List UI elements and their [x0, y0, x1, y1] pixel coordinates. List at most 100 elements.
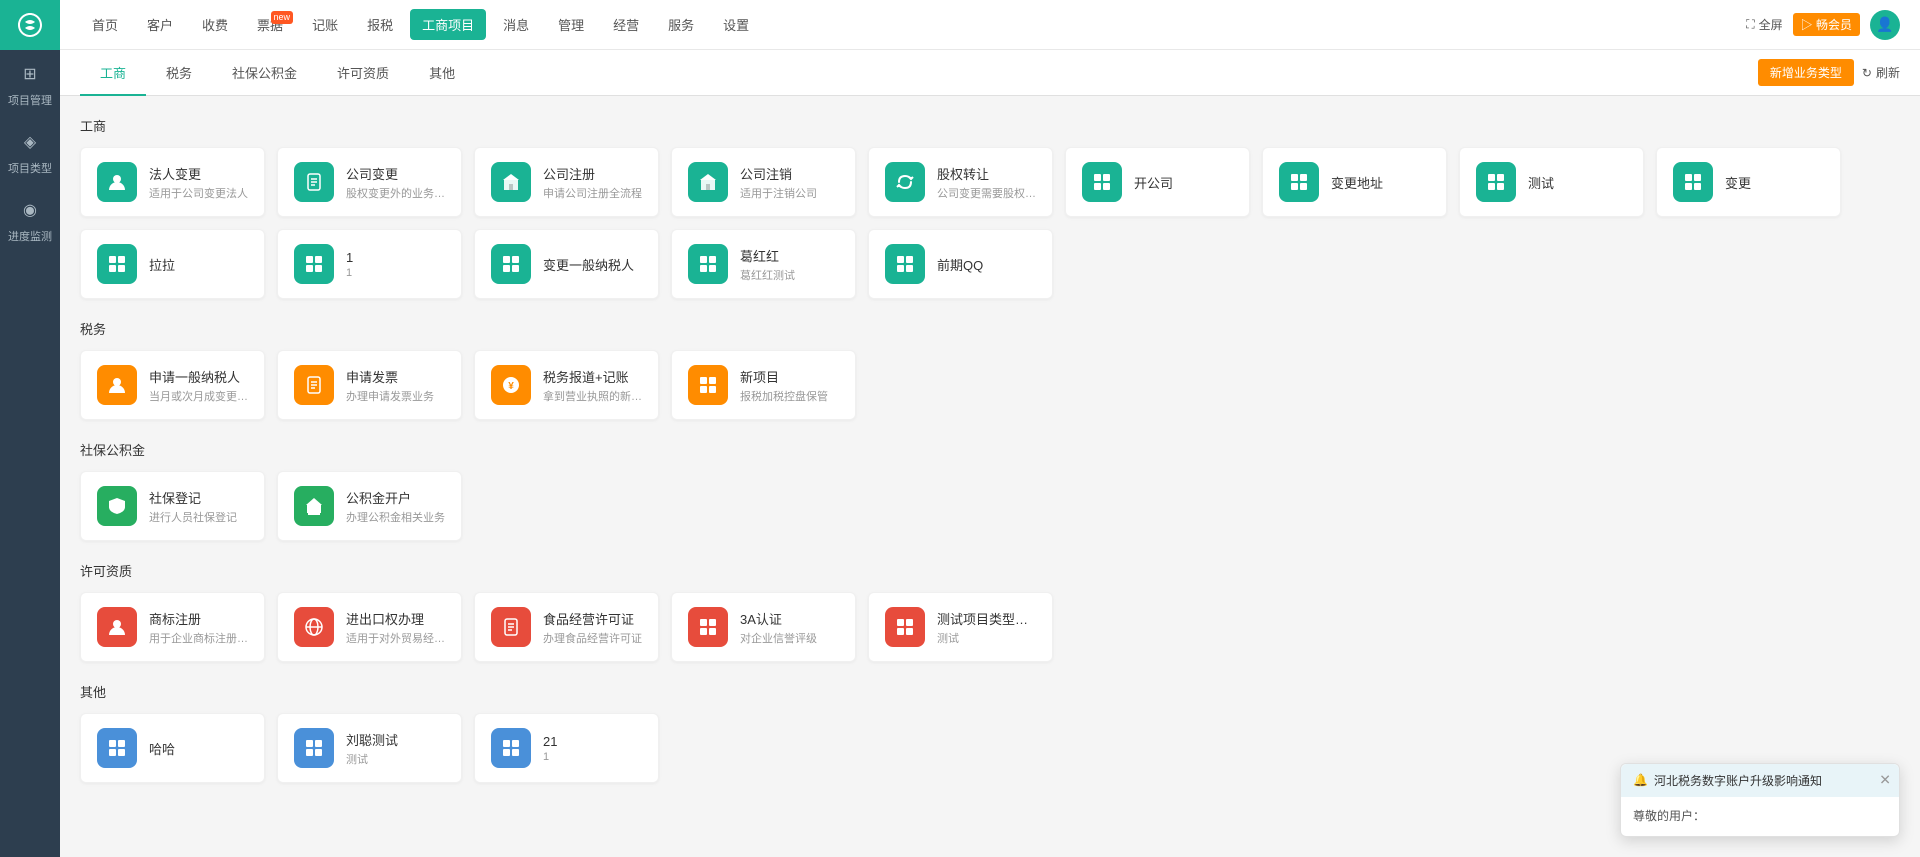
tab-shuiwu[interactable]: 税务: [146, 51, 212, 96]
card-name: 变更一般纳税人: [543, 255, 642, 274]
card-开公司[interactable]: 开公司: [1065, 147, 1250, 217]
card-申请发票[interactable]: 申请发票 办理申请发票业务: [277, 350, 462, 420]
card-text: 变更: [1725, 173, 1824, 192]
card-text: 股权转让 公司变更需要股权转让: [937, 164, 1036, 201]
card-税务报道+记账[interactable]: ¥ 税务报道+记账 拿到营业执照的新公司: [474, 350, 659, 420]
card-text: 食品经营许可证 办理食品经营许可证: [543, 609, 642, 646]
card-1[interactable]: 1 1: [277, 229, 462, 299]
card-icon: [688, 244, 728, 284]
nav-management[interactable]: 管理: [546, 9, 596, 40]
card-进出口权办理[interactable]: 进出口权办理 适用于对外贸易经营者: [277, 592, 462, 662]
card-icon: [97, 607, 137, 647]
svg-text:¥: ¥: [508, 381, 514, 392]
card-社保登记[interactable]: 社保登记 进行人员社保登记: [80, 471, 265, 541]
card-name: 申请一般纳税人: [149, 367, 248, 386]
card-desc: 申请公司注册全流程: [543, 185, 642, 201]
card-3A认证[interactable]: 3A认证 对企业信誉评级: [671, 592, 856, 662]
card-name: 法人变更: [149, 164, 248, 183]
card-desc: 办理食品经营许可证: [543, 630, 642, 646]
card-公积金开户[interactable]: 公积金开户 办理公积金相关业务: [277, 471, 462, 541]
sidebar-item-progress[interactable]: ◉ 进度监测: [0, 186, 60, 254]
tab-bar: 工商 税务 社保公积金 许可资质 其他 新增业务类型 ↻ 刷新: [60, 50, 1920, 96]
card-刘聪测试[interactable]: 刘聪测试 测试: [277, 713, 462, 783]
nav-messages[interactable]: 消息: [491, 9, 541, 40]
card-变更地址[interactable]: 变更地址: [1262, 147, 1447, 217]
sidebar-item-label: 项目类型: [8, 160, 52, 176]
card-name: 公积金开户: [346, 488, 445, 507]
add-type-button[interactable]: 新增业务类型: [1758, 59, 1854, 86]
nav-home[interactable]: 首页: [80, 9, 130, 40]
card-新项目[interactable]: 新项目 报税加税控盘保管: [671, 350, 856, 420]
card-股权转让[interactable]: 股权转让 公司变更需要股权转让: [868, 147, 1053, 217]
card-name: 3A认证: [740, 609, 839, 628]
card-前期QQ[interactable]: 前期QQ: [868, 229, 1053, 299]
card-公司注销[interactable]: 公司注销 适用于注销公司: [671, 147, 856, 217]
card-desc: 1: [543, 751, 642, 763]
project-mgmt-icon: ⊞: [16, 60, 44, 88]
card-申请一般纳税人[interactable]: 申请一般纳税人 当月或次月成变更完成: [80, 350, 265, 420]
tab-xuke[interactable]: 许可资质: [317, 51, 409, 96]
card-商标注册[interactable]: 商标注册 用于企业商标注册服务: [80, 592, 265, 662]
sidebar-item-label: 进度监测: [8, 228, 52, 244]
card-icon: [491, 607, 531, 647]
refresh-button[interactable]: ↻ 刷新: [1862, 64, 1900, 81]
nav-services[interactable]: 服务: [656, 9, 706, 40]
card-name: 葛红红: [740, 246, 839, 265]
card-21[interactable]: 21 1: [474, 713, 659, 783]
card-拉拉[interactable]: 拉拉: [80, 229, 265, 299]
card-text: 葛红红 葛红红测试: [740, 246, 839, 283]
card-食品经营许可证[interactable]: 食品经营许可证 办理食品经营许可证: [474, 592, 659, 662]
card-icon: [294, 244, 334, 284]
card-icon: [294, 486, 334, 526]
nav-tax[interactable]: 报税: [355, 9, 405, 40]
card-icon: [688, 162, 728, 202]
notification-header: 🔔 河北税务数字账户升级影响通知 ✕: [1621, 764, 1899, 797]
card-text: 申请发票 办理申请发票业务: [346, 367, 445, 404]
card-法人变更[interactable]: 法人变更 适用于公司变更法人: [80, 147, 265, 217]
navbar: 首页 客户 收费 票据 new 记账 报税 工商项目 消息 管理 经营 服务 设…: [60, 0, 1920, 50]
card-变更一般纳税人[interactable]: 变更一般纳税人: [474, 229, 659, 299]
card-icon: [885, 244, 925, 284]
fullscreen-icon: ⛶: [1746, 17, 1754, 32]
card-icon: [97, 244, 137, 284]
notification-close-button[interactable]: ✕: [1879, 772, 1891, 789]
page-body: 工商 法人变更 适用于公司变更法人 公司变更 股权变更外的业务变更: [60, 96, 1920, 857]
sidebar: ⊞ 项目管理 ◈ 项目类型 ◉ 进度监测: [0, 0, 60, 857]
card-测试项目类型目定义[interactable]: 测试项目类型目定义 测试: [868, 592, 1053, 662]
tab-other[interactable]: 其他: [409, 51, 475, 96]
card-name: 申请发票: [346, 367, 445, 386]
card-icon: [97, 162, 137, 202]
sidebar-item-project-mgmt[interactable]: ⊞ 项目管理: [0, 50, 60, 118]
nav-billing[interactable]: 收费: [190, 9, 240, 40]
card-text: 拉拉: [149, 255, 248, 274]
card-desc: 进行人员社保登记: [149, 509, 248, 525]
card-变更[interactable]: 变更: [1656, 147, 1841, 217]
card-哈哈[interactable]: 哈哈: [80, 713, 265, 783]
card-测试[interactable]: 测试: [1459, 147, 1644, 217]
card-公司注册[interactable]: 公司注册 申请公司注册全流程: [474, 147, 659, 217]
sidebar-item-project-type[interactable]: ◈ 项目类型: [0, 118, 60, 186]
tab-shebao[interactable]: 社保公积金: [212, 51, 317, 96]
vip-button[interactable]: ▷ 畅会员: [1793, 13, 1860, 36]
sidebar-item-label: 项目管理: [8, 92, 52, 108]
card-葛红红[interactable]: 葛红红 葛红红测试: [671, 229, 856, 299]
card-name: 税务报道+记账: [543, 367, 642, 386]
cards-grid-shebao: 社保登记 进行人员社保登记 公积金开户 办理公积金相关业务: [80, 471, 1900, 541]
nav-industrial[interactable]: 工商项目: [410, 9, 486, 40]
nav-tickets[interactable]: 票据 new: [245, 9, 295, 40]
card-text: 21 1: [543, 734, 642, 763]
card-name: 公司变更: [346, 164, 445, 183]
nav-accounting[interactable]: 记账: [300, 9, 350, 40]
card-icon: [885, 162, 925, 202]
nav-operations[interactable]: 经营: [601, 9, 651, 40]
tab-gongshang[interactable]: 工商: [80, 51, 146, 96]
card-text: 3A认证 对企业信誉评级: [740, 609, 839, 646]
nav-settings[interactable]: 设置: [711, 9, 761, 40]
avatar[interactable]: 👤: [1870, 10, 1900, 40]
card-text: 法人变更 适用于公司变更法人: [149, 164, 248, 201]
nav-customer[interactable]: 客户: [135, 9, 185, 40]
card-icon: [1082, 162, 1122, 202]
card-icon: [1476, 162, 1516, 202]
card-公司变更[interactable]: 公司变更 股权变更外的业务变更: [277, 147, 462, 217]
fullscreen-btn[interactable]: ⛶ 全屏: [1746, 16, 1782, 33]
